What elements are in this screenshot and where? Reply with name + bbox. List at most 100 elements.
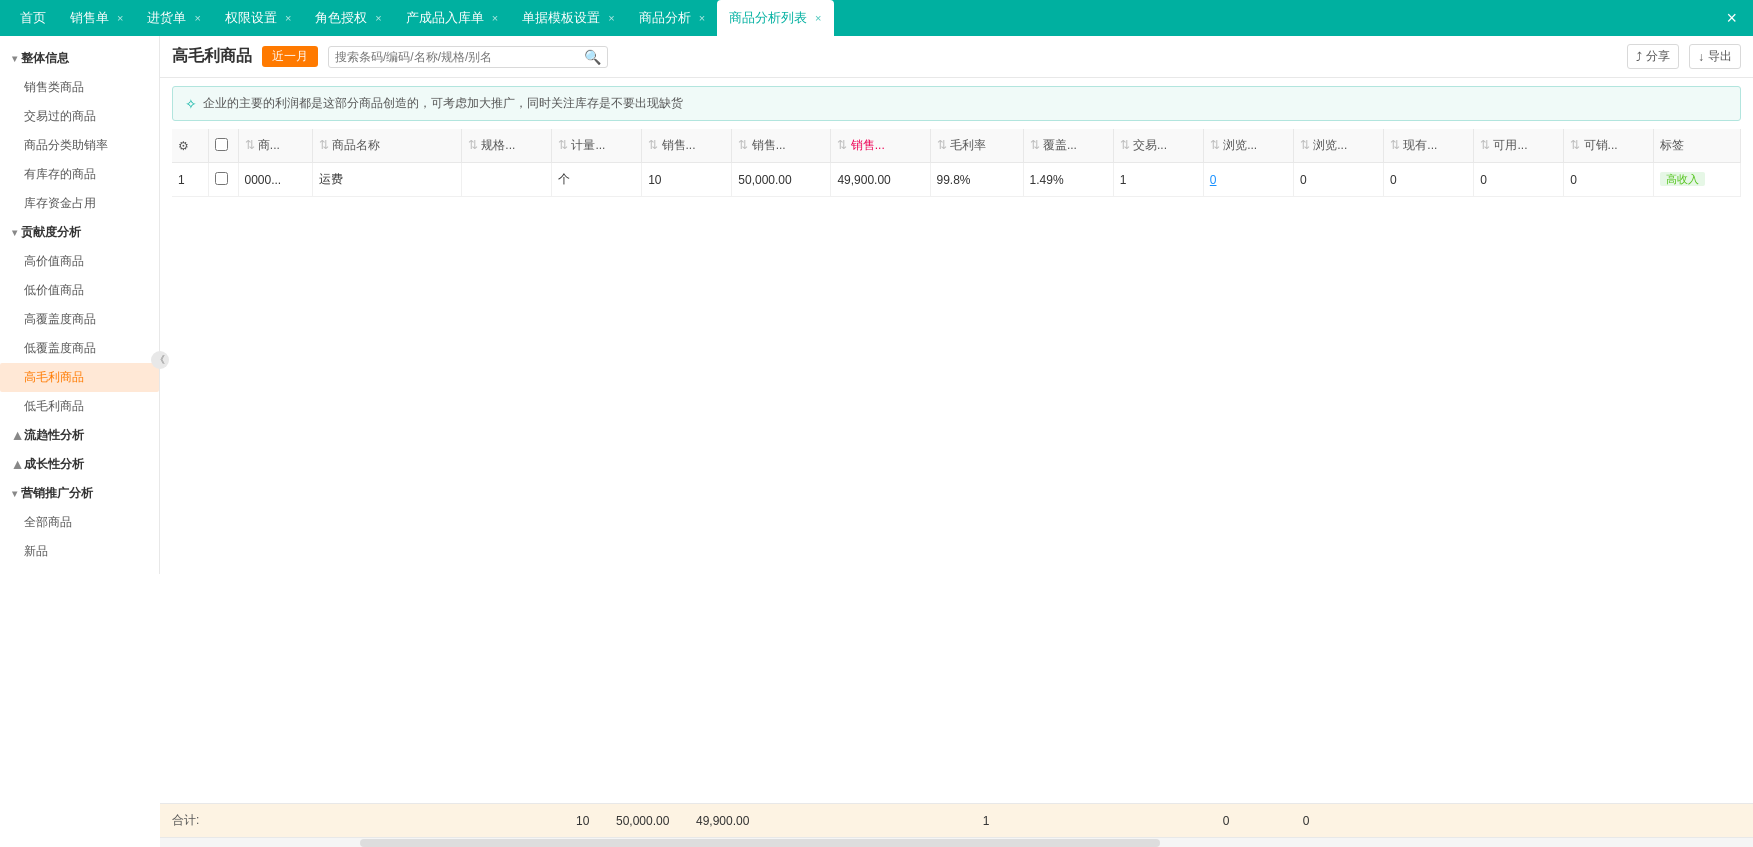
nav-item-sales[interactable]: 销售单 × [58, 0, 135, 36]
cell-name: 运费 [312, 163, 461, 197]
cell-tag: 高收入 [1654, 163, 1741, 197]
col-code: ⇅ 商... [238, 129, 312, 163]
search-icon[interactable]: 🔍 [584, 49, 601, 65]
sort-icon: ⇅ [648, 138, 658, 152]
sidebar-item-in-stock[interactable]: 有库存的商品 [0, 160, 159, 189]
sidebar-item-low-margin[interactable]: 低毛利商品 [0, 392, 159, 421]
sort-icon: ⇅ [1300, 138, 1310, 152]
info-icon: ✧ [185, 96, 197, 112]
cell-sales-cost: 49,900.00 [831, 163, 930, 197]
cell-browse1: 0 [1203, 163, 1293, 197]
col-tag: 标签 [1654, 129, 1741, 163]
footer-current: 0 [1155, 814, 1235, 828]
col-coverage: ⇅ 覆盖... [1023, 129, 1113, 163]
cell-unit: 个 [552, 163, 642, 197]
cell-saleable: 0 [1564, 163, 1654, 197]
sidebar-group-marketing[interactable]: ▾ 营销推广分析 [0, 479, 159, 508]
sidebar-collapse-button[interactable]: 《 [151, 351, 169, 369]
chevron-right-icon: ▶ [11, 461, 22, 469]
cell-sales-qty: 10 [642, 163, 732, 197]
chevron-down-icon: ▾ [12, 227, 17, 238]
share-icon: ⤴ [1636, 50, 1642, 64]
col-available: ⇅ 可用... [1474, 129, 1564, 163]
sidebar-item-low-value[interactable]: 低价值商品 [0, 276, 159, 305]
cell-current: 0 [1384, 163, 1474, 197]
footer-sales-amount: 50,000.00 [595, 814, 675, 828]
sort-icon: ⇅ [558, 138, 568, 152]
window-close-button[interactable]: × [1718, 8, 1745, 29]
col-gross-rate: ⇅ 毛利率 [930, 129, 1023, 163]
content-header: 高毛利商品 近一月 🔍 ⤴ 分享 ↓ 导出 [160, 36, 1753, 78]
sidebar-item-high-coverage[interactable]: 高覆盖度商品 [0, 305, 159, 334]
sidebar-group-overview[interactable]: ▾ 整体信息 [0, 44, 159, 73]
sort-icon: ⇅ [738, 138, 748, 152]
sidebar-item-high-value[interactable]: 高价值商品 [0, 247, 159, 276]
close-icon[interactable]: × [117, 12, 123, 24]
sort-icon: ⇅ [1030, 138, 1040, 152]
cell-index: 1 [172, 163, 208, 197]
sidebar-item-category-rate[interactable]: 商品分类助销率 [0, 131, 159, 160]
col-checkbox [208, 129, 238, 163]
close-icon[interactable]: × [815, 12, 821, 24]
col-trade: ⇅ 交易... [1113, 129, 1203, 163]
sidebar-group-contribution[interactable]: ▾ 贡献度分析 [0, 218, 159, 247]
export-button[interactable]: ↓ 导出 [1689, 44, 1741, 69]
main-layout: ▾ 整体信息 销售类商品 交易过的商品 商品分类助销率 有库存的商品 库存资金占… [0, 36, 1753, 847]
search-input[interactable] [335, 50, 580, 64]
sidebar-item-stock-capital[interactable]: 库存资金占用 [0, 189, 159, 218]
cell-browse2: 0 [1293, 163, 1383, 197]
nav-item-permission[interactable]: 权限设置 × [213, 0, 303, 36]
col-index: ⚙ [172, 129, 208, 163]
sort-icon: ⇅ [837, 138, 847, 152]
header-actions: ⤴ 分享 ↓ 导出 [1627, 44, 1741, 69]
footer-sales-cost: 49,900.00 [675, 814, 755, 828]
col-unit: ⇅ 计量... [552, 129, 642, 163]
cell-trade: 1 [1113, 163, 1203, 197]
nav-item-purchase[interactable]: 进货单 × [135, 0, 212, 36]
horizontal-scrollbar[interactable] [160, 837, 1753, 847]
select-all-checkbox[interactable] [215, 138, 228, 151]
cell-available: 0 [1474, 163, 1564, 197]
sidebar-item-sales-goods[interactable]: 销售类商品 [0, 73, 159, 102]
sidebar-group-overview-items: 销售类商品 交易过的商品 商品分类助销率 有库存的商品 库存资金占用 [0, 73, 159, 218]
close-icon[interactable]: × [699, 12, 705, 24]
col-saleable: ⇅ 可销... [1564, 129, 1654, 163]
data-table-wrapper: ⚙ ⇅ 商... ⇅ 商品名称 [160, 129, 1753, 803]
close-icon[interactable]: × [492, 12, 498, 24]
nav-item-template[interactable]: 单据模板设置 × [510, 0, 626, 36]
nav-item-home[interactable]: 首页 [8, 0, 58, 36]
share-button[interactable]: ⤴ 分享 [1627, 44, 1679, 69]
sort-icon: ⇅ [1480, 138, 1490, 152]
footer-available: 0 [1235, 814, 1315, 828]
close-icon[interactable]: × [285, 12, 291, 24]
top-navigation: 首页 销售单 × 进货单 × 权限设置 × 角色授权 × 产成品入库单 × 单据… [0, 0, 1753, 36]
table-footer: 合计: 10 50,000.00 49,900.00 1 0 0 [160, 803, 1753, 837]
sidebar-group-growth[interactable]: ▶ 成长性分析 [0, 450, 159, 479]
data-table: ⚙ ⇅ 商... ⇅ 商品名称 [172, 129, 1741, 197]
sidebar-item-high-margin[interactable]: 高毛利商品 [0, 363, 159, 392]
row-checkbox[interactable] [215, 172, 228, 185]
search-wrapper: 🔍 [328, 46, 608, 68]
close-icon[interactable]: × [194, 12, 200, 24]
sidebar-group-flow[interactable]: ▶ 流趋性分析 [0, 421, 159, 450]
page-title: 高毛利商品 [172, 46, 252, 67]
sort-icon: ⇅ [468, 138, 478, 152]
sidebar-item-new-goods[interactable]: 新品 [0, 537, 159, 566]
cell-gross-rate: 99.8% [930, 163, 1023, 197]
nav-item-analysis[interactable]: 商品分析 × [627, 0, 717, 36]
footer-trade: 1 [915, 814, 995, 828]
close-icon[interactable]: × [608, 12, 614, 24]
nav-item-analysis-list[interactable]: 商品分析列表 × [717, 0, 833, 36]
col-spec: ⇅ 规格... [461, 129, 551, 163]
nav-item-role[interactable]: 角色授权 × [303, 0, 393, 36]
sidebar-item-traded-goods[interactable]: 交易过的商品 [0, 102, 159, 131]
content-area: 高毛利商品 近一月 🔍 ⤴ 分享 ↓ 导出 ✧ 企业的主要的利润都是这部分商品创… [160, 36, 1753, 847]
sidebar-item-low-coverage[interactable]: 低覆盖度商品 [0, 334, 159, 363]
chevron-down-icon: ▾ [12, 53, 17, 64]
close-icon[interactable]: × [375, 12, 381, 24]
scrollbar-thumb[interactable] [360, 839, 1160, 847]
time-filter-button[interactable]: 近一月 [262, 46, 318, 67]
nav-item-instock[interactable]: 产成品入库单 × [394, 0, 510, 36]
settings-icon[interactable]: ⚙ [178, 139, 189, 153]
sidebar-item-all-goods[interactable]: 全部商品 [0, 508, 159, 537]
